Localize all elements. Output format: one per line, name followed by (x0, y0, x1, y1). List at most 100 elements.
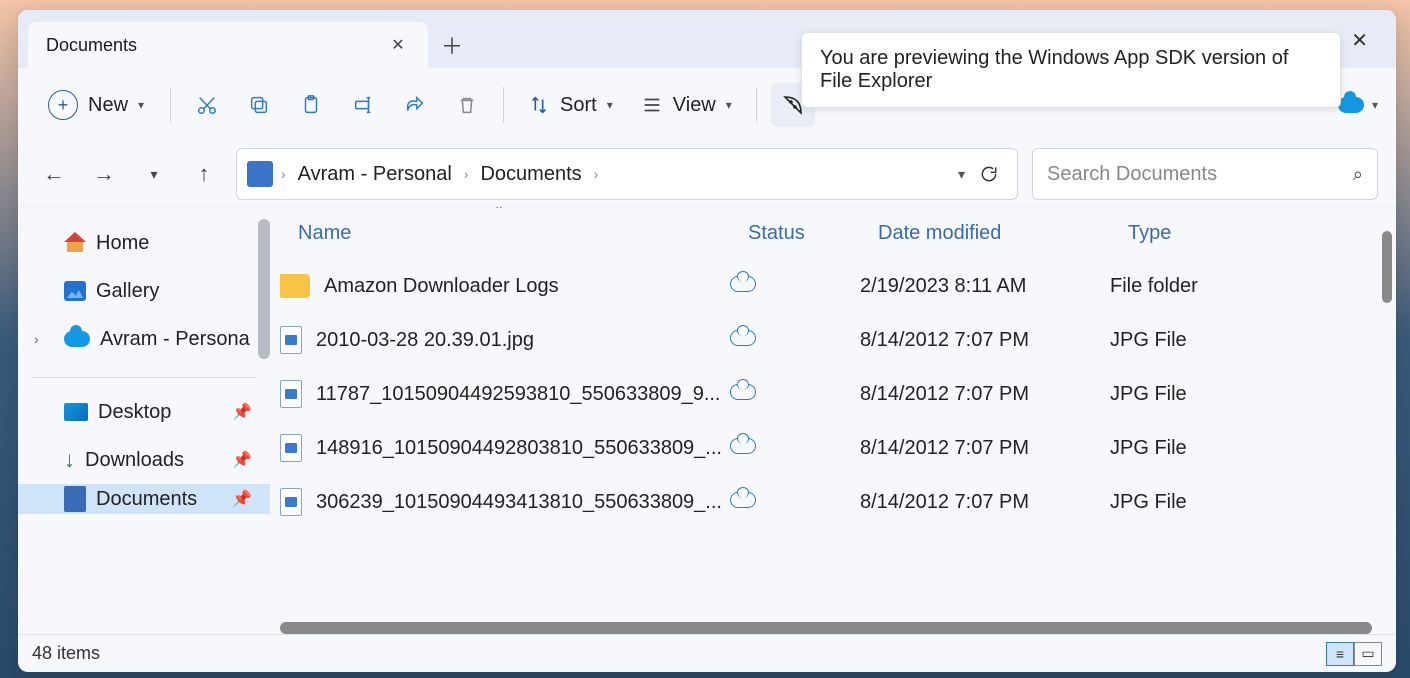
horizontal-scrollbar[interactable] (280, 622, 1372, 634)
column-headers: Name Status Date modified Type (270, 207, 1396, 259)
new-button[interactable]: + New ▾ (36, 84, 156, 126)
column-name[interactable]: Name (298, 222, 748, 245)
view-toggle: ≡ ▭ (1326, 642, 1382, 666)
nav-sidebar: Home Gallery › Avram - Persona Desktop 📌… (18, 207, 270, 634)
file-name: Amazon Downloader Logs (324, 275, 559, 298)
cell-date: 8/14/2012 7:07 PM (860, 491, 1110, 514)
cut-icon[interactable] (185, 83, 229, 127)
file-row[interactable]: 306239_10150904493413810_550633809_...8/… (270, 475, 1396, 529)
cell-date: 8/14/2012 7:07 PM (860, 437, 1110, 460)
cell-name: 148916_10150904492803810_550633809_... (280, 434, 730, 462)
sort-button[interactable]: Sort ▾ (518, 88, 623, 123)
cloud-icon (730, 330, 756, 346)
cell-status (730, 275, 860, 298)
column-status[interactable]: Status (748, 222, 878, 245)
sidebar-item-label: Downloads (85, 449, 184, 472)
address-bar[interactable]: › Avram - Personal › Documents › ▾ (236, 148, 1018, 200)
column-type[interactable]: Type (1128, 222, 1396, 245)
tab-documents[interactable]: Documents ✕ (28, 22, 428, 68)
location-icon (247, 161, 273, 187)
details-view-button[interactable]: ≡ (1326, 642, 1354, 666)
share-icon[interactable] (393, 83, 437, 127)
chevron-right-icon: › (279, 166, 288, 182)
cell-name: 2010-03-28 20.39.01.jpg (280, 326, 730, 354)
desktop-icon (64, 403, 88, 421)
sidebar-item-home[interactable]: Home (18, 219, 270, 267)
delete-icon[interactable] (445, 83, 489, 127)
cloud-icon (730, 492, 756, 508)
cell-type: File folder (1110, 275, 1396, 298)
up-button[interactable]: ↑ (186, 156, 222, 192)
onedrive-status-button[interactable]: ▾ (1338, 97, 1378, 113)
file-name: 11787_10150904492593810_550633809_9... (316, 383, 721, 406)
close-tab-icon[interactable]: ✕ (386, 33, 410, 57)
recent-dropdown[interactable]: ▾ (136, 156, 172, 192)
separator (32, 377, 256, 378)
paste-icon[interactable] (289, 83, 333, 127)
chevron-right-icon[interactable]: › (34, 331, 39, 347)
sidebar-item-documents[interactable]: Documents 📌 (18, 484, 270, 514)
folder-icon (280, 274, 310, 298)
breadcrumb-seg-0[interactable]: Avram - Personal (294, 163, 456, 186)
file-row[interactable]: 148916_10150904492803810_550633809_... 8/… (270, 421, 1396, 475)
file-explorer-window: Documents ✕ ＋ ✕ You are previewing the W… (18, 10, 1396, 672)
pin-icon: 📌 (232, 450, 252, 470)
new-tab-button[interactable]: ＋ (428, 22, 476, 68)
address-history-icon[interactable]: ▾ (958, 166, 965, 183)
search-input[interactable] (1047, 163, 1353, 186)
sidebar-scrollbar[interactable] (258, 219, 270, 359)
thumbnails-view-button[interactable]: ▭ (1354, 642, 1382, 666)
file-name: 2010-03-28 20.39.01.jpg (316, 329, 534, 352)
sidebar-item-label: Documents (96, 488, 197, 511)
sort-icon (528, 94, 550, 116)
sidebar-item-label: Desktop (98, 401, 171, 424)
chevron-right-icon: › (592, 166, 601, 182)
cloud-icon (730, 438, 756, 454)
sidebar-item-label: Gallery (96, 280, 159, 303)
file-row[interactable]: 2010-03-28 20.39.01.jpg8/14/2012 7:07 PM… (270, 313, 1396, 367)
plus-circle-icon: + (48, 90, 78, 120)
cell-status (730, 491, 860, 514)
sidebar-item-gallery[interactable]: Gallery (18, 267, 270, 315)
cloud-icon (730, 276, 756, 292)
refresh-button[interactable] (971, 156, 1007, 192)
chevron-down-icon: ▾ (138, 98, 144, 112)
back-button[interactable]: ← (36, 156, 72, 192)
jpg-file-icon (280, 434, 302, 462)
view-button[interactable]: View ▾ (631, 88, 742, 123)
file-row[interactable]: 11787_10150904492593810_550633809_9...8/… (270, 367, 1396, 421)
content-body: Home Gallery › Avram - Persona Desktop 📌… (18, 206, 1396, 634)
view-label: View (673, 94, 716, 117)
separator (756, 87, 757, 123)
cell-type: JPG File (1110, 383, 1396, 406)
separator (503, 87, 504, 123)
cell-type: JPG File (1110, 329, 1396, 352)
cell-name: Amazon Downloader Logs (280, 274, 730, 298)
chevron-down-icon: ▾ (1372, 98, 1378, 112)
rename-icon[interactable] (341, 83, 385, 127)
file-row[interactable]: Amazon Downloader Logs 2/19/2023 8:11 AMF… (270, 259, 1396, 313)
sort-indicator-icon: ⌃ (494, 207, 504, 217)
download-icon: ↓ (64, 447, 75, 473)
copy-icon[interactable] (237, 83, 281, 127)
vertical-scrollbar[interactable] (1382, 231, 1392, 303)
home-icon (64, 234, 86, 252)
new-label: New (88, 94, 128, 117)
column-date[interactable]: Date modified (878, 222, 1128, 245)
jpg-file-icon (280, 488, 302, 516)
cell-date: 2/19/2023 8:11 AM (860, 275, 1110, 298)
file-name: 148916_10150904492803810_550633809_... (316, 437, 722, 460)
forward-button[interactable]: → (86, 156, 122, 192)
cloud-icon (730, 384, 756, 400)
jpg-file-icon (280, 326, 302, 354)
breadcrumb-seg-1[interactable]: Documents (476, 163, 585, 186)
window-close-icon[interactable]: ✕ (1351, 28, 1368, 53)
sidebar-item-downloads[interactable]: ↓ Downloads 📌 (18, 436, 270, 484)
search-box[interactable]: ⌕ (1032, 148, 1378, 200)
status-bar: 48 items ≡ ▭ (18, 634, 1396, 672)
search-icon[interactable]: ⌕ (1353, 164, 1363, 185)
documents-icon (64, 486, 86, 512)
jpg-file-icon (280, 380, 302, 408)
sidebar-item-desktop[interactable]: Desktop 📌 (18, 388, 270, 436)
sidebar-item-onedrive[interactable]: › Avram - Persona (18, 315, 270, 363)
